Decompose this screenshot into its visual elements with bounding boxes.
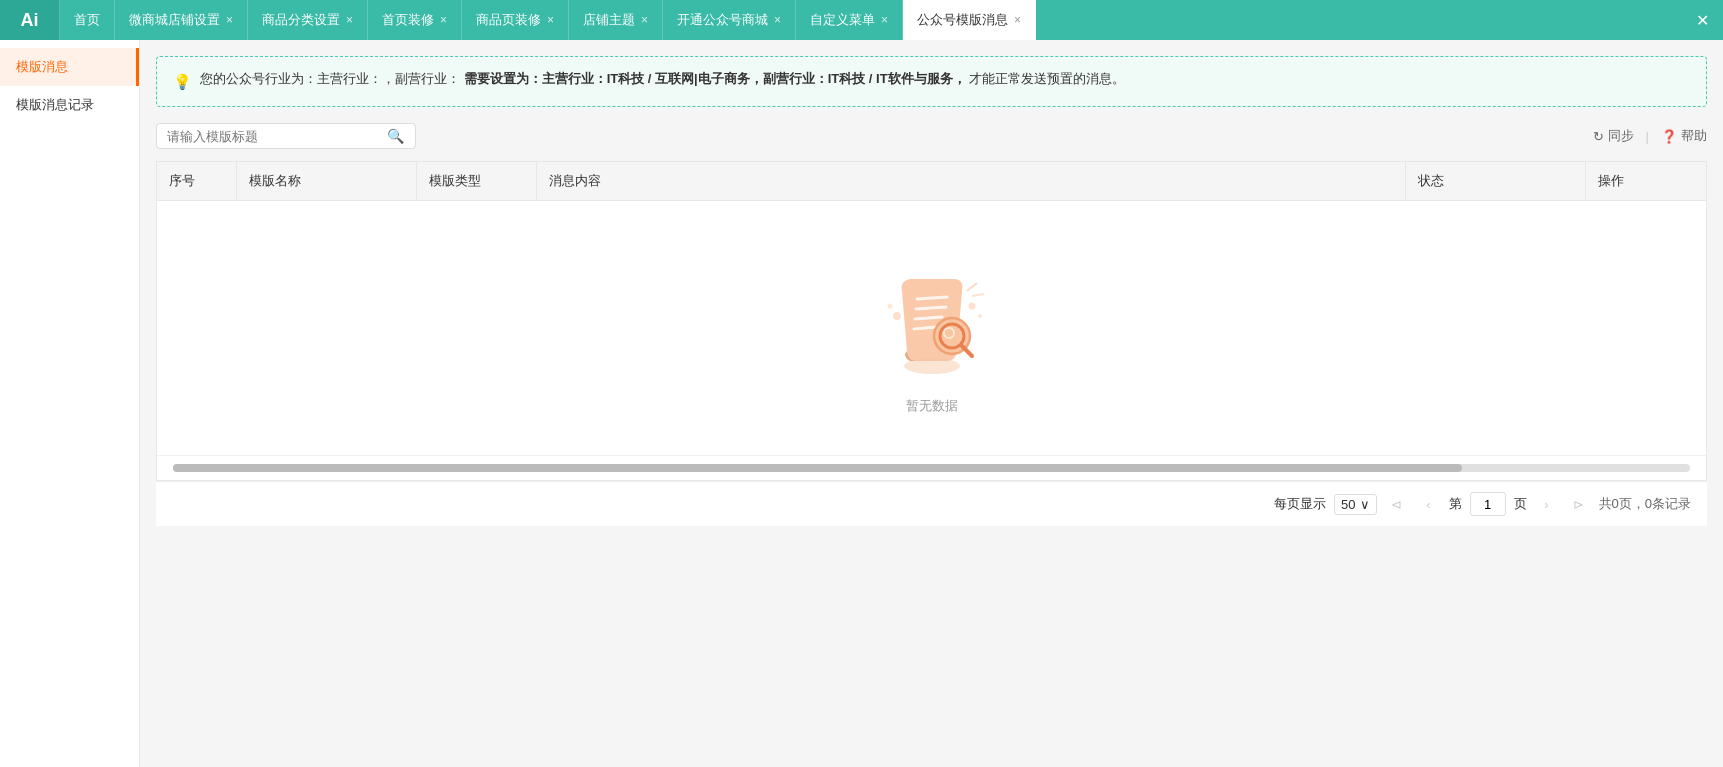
close-tab-product-decor[interactable]: ×: [547, 14, 554, 26]
th-index: 序号: [157, 162, 237, 200]
empty-state: 暂无数据: [157, 201, 1706, 455]
last-page-button[interactable]: ⊳: [1567, 492, 1591, 516]
search-input[interactable]: [167, 129, 387, 144]
page-size-label: 每页显示: [1274, 495, 1326, 513]
help-button[interactable]: ❓ 帮助: [1661, 127, 1707, 145]
svg-line-1: [917, 297, 947, 299]
content-area: 💡 您的公众号行业为：主营行业：，副营行业： 需要设置为：主营行业：IT科技 /…: [140, 40, 1723, 767]
close-tab-custom-menu[interactable]: ×: [881, 14, 888, 26]
nav-tab-category-settings[interactable]: 商品分类设置 ×: [248, 0, 368, 40]
svg-point-10: [887, 304, 892, 309]
nav-tab-shop-theme[interactable]: 店铺主题 ×: [569, 0, 663, 40]
sidebar-item-template-message[interactable]: 模版消息: [0, 48, 139, 86]
svg-line-14: [972, 294, 984, 296]
close-tab-shop-theme[interactable]: ×: [641, 14, 648, 26]
svg-point-12: [978, 314, 982, 318]
page-di-label: 第: [1449, 495, 1462, 513]
horizontal-scrollbar[interactable]: [173, 464, 1690, 472]
scrollbar-area[interactable]: [157, 455, 1706, 480]
page-number-input[interactable]: [1470, 492, 1506, 516]
sidebar-item-template-message-record[interactable]: 模版消息记录: [0, 86, 139, 124]
search-bar: 🔍 ↻ 同步 | ❓ 帮助: [156, 123, 1707, 149]
alert-icon: 💡: [173, 70, 192, 94]
search-input-wrap[interactable]: 🔍: [156, 123, 416, 149]
table-container: 序号 模版名称 模版类型 消息内容 状态 操作: [156, 161, 1707, 481]
app-logo: Ai: [0, 0, 60, 40]
scrollbar-thumb[interactable]: [173, 464, 1462, 472]
page-size-select[interactable]: 50 ∨: [1334, 494, 1376, 515]
alert-box: 💡 您的公众号行业为：主营行业：，副营行业： 需要设置为：主营行业：IT科技 /…: [156, 56, 1707, 107]
chevron-down-icon: ∨: [1360, 497, 1370, 512]
nav-tab-home[interactable]: 首页: [60, 0, 115, 40]
close-all-tabs[interactable]: ✕: [1682, 11, 1723, 30]
sidebar: 模版消息 模版消息记录: [0, 40, 140, 767]
nav-tab-home-decor[interactable]: 首页装修 ×: [368, 0, 462, 40]
th-action: 操作: [1586, 162, 1706, 200]
svg-point-9: [893, 312, 901, 320]
prev-page-button[interactable]: ‹: [1417, 492, 1441, 516]
total-info: 共0页，0条记录: [1599, 495, 1691, 513]
svg-line-13: [967, 283, 977, 291]
pagination: 每页显示 50 ∨ ⊲ ‹ 第 页 › ⊳ 共0页，0条记录: [156, 481, 1707, 526]
next-page-button[interactable]: ›: [1535, 492, 1559, 516]
nav-tab-custom-menu[interactable]: 自定义菜单 ×: [796, 0, 903, 40]
nav-tab-template-message[interactable]: 公众号模版消息 ×: [903, 0, 1036, 40]
search-icon[interactable]: 🔍: [387, 128, 404, 144]
th-name: 模版名称: [237, 162, 417, 200]
close-tab-template-message[interactable]: ×: [1014, 14, 1021, 26]
table-header: 序号 模版名称 模版类型 消息内容 状态 操作: [157, 162, 1706, 201]
svg-line-4: [914, 327, 937, 329]
alert-suffix: 才能正常发送预置的消息。: [969, 71, 1125, 86]
divider: |: [1646, 129, 1649, 144]
alert-highlight: 需要设置为：主营行业：IT科技 / 互联网|电子商务，副营行业：IT科技 / I…: [464, 71, 966, 86]
th-status: 状态: [1406, 162, 1586, 200]
sync-icon: ↻: [1593, 129, 1604, 144]
svg-line-2: [916, 307, 946, 309]
help-icon: ❓: [1661, 129, 1677, 144]
main-layout: 模版消息 模版消息记录 💡 您的公众号行业为：主营行业：，副营行业： 需要设置为…: [0, 40, 1723, 767]
empty-illustration: [872, 261, 992, 381]
th-content: 消息内容: [537, 162, 1406, 200]
close-tab-open-mall[interactable]: ×: [774, 14, 781, 26]
top-nav: Ai 首页 微商城店铺设置 × 商品分类设置 × 首页装修 × 商品页装修 × …: [0, 0, 1723, 40]
close-tab-category-settings[interactable]: ×: [346, 14, 353, 26]
empty-text: 暂无数据: [906, 397, 958, 415]
nav-tab-product-decor[interactable]: 商品页装修 ×: [462, 0, 569, 40]
sync-button[interactable]: ↻ 同步: [1593, 127, 1634, 145]
page-unit-label: 页: [1514, 495, 1527, 513]
svg-point-11: [968, 303, 975, 310]
svg-line-3: [915, 317, 942, 319]
th-type: 模版类型: [417, 162, 537, 200]
close-tab-shop-settings[interactable]: ×: [226, 14, 233, 26]
nav-tab-shop-settings[interactable]: 微商城店铺设置 ×: [115, 0, 248, 40]
nav-tab-open-mall[interactable]: 开通公众号商城 ×: [663, 0, 796, 40]
alert-prefix: 您的公众号行业为：主营行业：，副营行业：: [200, 71, 460, 86]
page-size-value: 50: [1341, 497, 1355, 512]
close-tab-home-decor[interactable]: ×: [440, 14, 447, 26]
toolbar-right: ↻ 同步 | ❓ 帮助: [1593, 127, 1707, 145]
first-page-button[interactable]: ⊲: [1385, 492, 1409, 516]
